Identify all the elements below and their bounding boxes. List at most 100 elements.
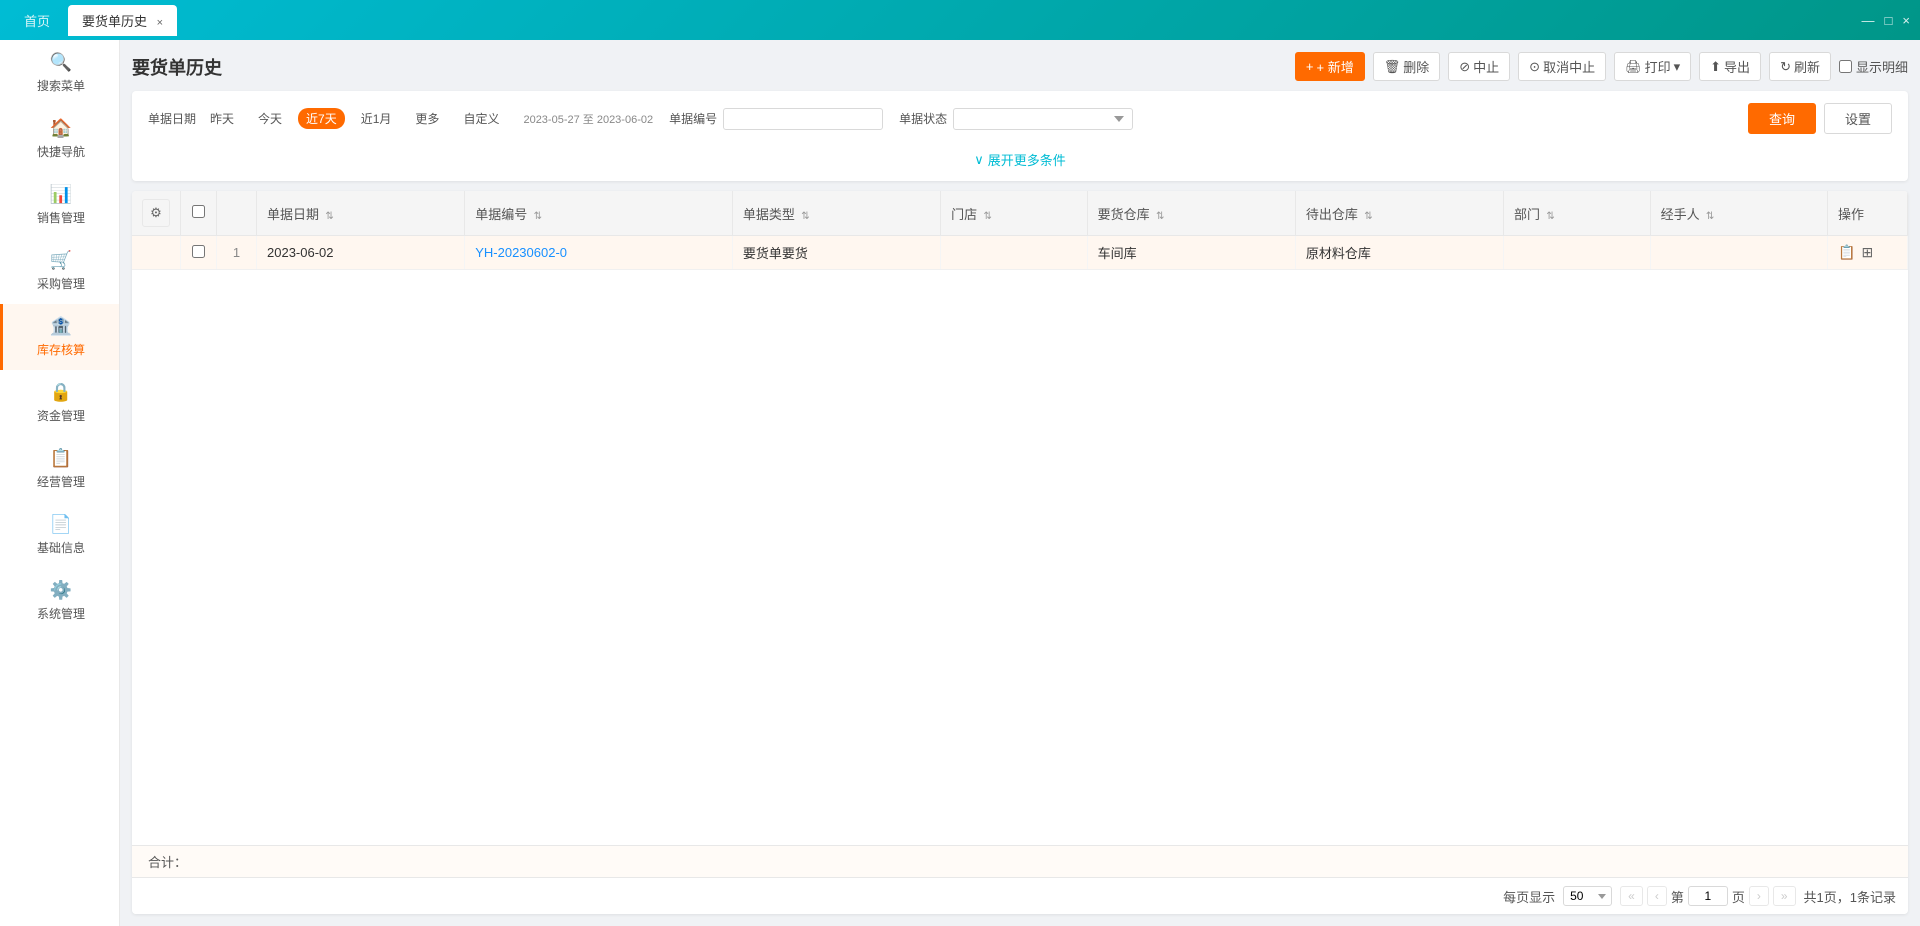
date-btn-7days[interactable]: 近7天	[298, 108, 345, 129]
sidebar-item-operations[interactable]: 📋 经营管理	[0, 436, 119, 502]
row-delete-icon[interactable]: ⊞	[1861, 244, 1873, 261]
print-button[interactable]: 🖨 打印 ▾	[1614, 52, 1691, 81]
show-detail-checkbox[interactable]	[1839, 60, 1852, 73]
col-settings: ⚙	[132, 191, 181, 236]
page-number-input[interactable]	[1688, 886, 1728, 906]
sidebar-item-basic-label: 基础信息	[37, 539, 85, 556]
doc-number-label: 单据编号	[669, 110, 717, 127]
query-button[interactable]: 查询	[1748, 103, 1816, 134]
col-store-label: 门店	[951, 207, 977, 222]
sidebar-item-purchase[interactable]: 🛒 采购管理	[0, 238, 119, 304]
row-department-cell	[1504, 236, 1651, 270]
date-filter-buttons: 昨天 今天 近7天 近1月 更多 自定义	[202, 108, 507, 129]
sidebar-item-system[interactable]: ⚙️ 系统管理	[0, 568, 119, 634]
summary-label: 合计：	[148, 855, 187, 870]
first-page-button[interactable]: «	[1620, 886, 1643, 906]
row-edit-icon[interactable]: 📋	[1838, 244, 1855, 261]
setting-button[interactable]: 设置	[1824, 103, 1892, 134]
new-button[interactable]: + + 新增	[1295, 52, 1365, 81]
date-btn-yesterday[interactable]: 昨天	[202, 108, 242, 129]
date-filter-label: 单据日期	[148, 110, 196, 127]
row-pending-warehouse: 原材料仓库	[1306, 246, 1371, 261]
delete-button[interactable]: 🗑 删除	[1373, 52, 1441, 81]
page-label-after: 页	[1732, 887, 1745, 906]
export-button[interactable]: ⬆ 导出	[1699, 52, 1761, 81]
sort-doc-number-icon[interactable]: ⇅	[534, 211, 542, 222]
table-footer: 合计：	[132, 845, 1908, 877]
per-page-label: 每页显示	[1503, 887, 1555, 906]
window-controls: — □ ×	[1862, 13, 1910, 28]
suspend-label: 中止	[1473, 57, 1499, 76]
date-btn-custom[interactable]: 自定义	[455, 108, 507, 129]
export-icon: ⬆	[1710, 59, 1721, 75]
col-handler: 经手人 ⇅	[1650, 191, 1827, 236]
tab-home[interactable]: 首页	[10, 5, 64, 36]
tab-requisition-history[interactable]: 要货单历史 ×	[68, 5, 177, 36]
sidebar: 🔍 搜索菜单 🏠 快捷导航 📊 销售管理 🛒 采购管理 🏦 库存核算 🔒 资金管…	[0, 40, 120, 926]
refresh-label: 刷新	[1794, 57, 1820, 76]
window-close-icon[interactable]: ×	[1902, 13, 1910, 28]
col-doc-number-label: 单据编号	[475, 207, 527, 222]
col-handler-label: 经手人	[1661, 207, 1700, 222]
expand-label: 展开更多条件	[988, 150, 1066, 169]
sort-req-warehouse-icon[interactable]: ⇅	[1156, 211, 1164, 222]
date-btn-more[interactable]: 更多	[407, 108, 447, 129]
row-req-warehouse-cell: 车间库	[1087, 236, 1295, 270]
suspend-button[interactable]: ⊘ 中止	[1448, 52, 1510, 81]
sidebar-item-quick-nav[interactable]: 🏠 快捷导航	[0, 106, 119, 172]
sidebar-item-sales[interactable]: 📊 销售管理	[0, 172, 119, 238]
sort-pending-warehouse-icon[interactable]: ⇅	[1364, 211, 1372, 222]
tab-close-icon[interactable]: ×	[157, 17, 163, 29]
cancel-suspend-button[interactable]: ⊙ 取消中止	[1518, 52, 1606, 81]
new-label: + 新增	[1316, 57, 1353, 76]
col-checkbox	[181, 191, 217, 236]
tab-requisition-label: 要货单历史	[82, 14, 147, 29]
col-doc-type-label: 单据类型	[743, 207, 795, 222]
show-detail-toggle[interactable]: 显示明细	[1839, 57, 1908, 76]
per-page-select[interactable]: 50 20 100 200	[1563, 886, 1612, 906]
sort-doc-type-icon[interactable]: ⇅	[801, 211, 809, 222]
sort-doc-date-icon[interactable]: ⇅	[325, 211, 333, 222]
row-serial-cell: 1	[217, 236, 257, 270]
sidebar-item-search-label: 搜索菜单	[37, 77, 85, 94]
sidebar-item-basic-info[interactable]: 📄 基础信息	[0, 502, 119, 568]
expand-filter-button[interactable]: ∨ 展开更多条件	[974, 150, 1066, 169]
column-settings-icon[interactable]: ⚙	[142, 199, 170, 227]
doc-number-input[interactable]	[723, 108, 883, 130]
filter-bottom: ∨ 展开更多条件	[148, 142, 1892, 169]
filter-row: 单据日期 昨天 今天 近7天 近1月 更多 自定义 2023-05-27 至 2…	[148, 103, 1892, 134]
delete-icon: 🗑	[1384, 59, 1401, 75]
purchase-icon: 🛒	[50, 250, 72, 271]
sidebar-item-finance[interactable]: 🔒 资金管理	[0, 370, 119, 436]
row-action-icons: 📋 ⊞	[1838, 244, 1897, 261]
next-page-button[interactable]: ›	[1749, 886, 1769, 906]
row-checkbox[interactable]	[192, 245, 205, 258]
sort-store-icon[interactable]: ⇅	[983, 211, 991, 222]
sort-handler-icon[interactable]: ⇅	[1706, 211, 1714, 222]
table-wrap[interactable]: ⚙ 单据日期 ⇅ 单据编号	[132, 191, 1908, 845]
row-serial: 1	[233, 245, 240, 260]
last-page-button[interactable]: »	[1773, 886, 1796, 906]
row-doc-number-link[interactable]: YH-20230602-0	[475, 245, 567, 260]
table-row: 1 2023-06-02 YH-20230602-0 要货单要货	[132, 236, 1908, 270]
col-doc-type: 单据类型 ⇅	[732, 191, 940, 236]
col-req-warehouse-label: 要货仓库	[1098, 207, 1150, 222]
status-select[interactable]	[953, 108, 1133, 130]
sales-icon: 📊	[50, 184, 72, 205]
maximize-icon[interactable]: □	[1885, 13, 1893, 28]
toolbar: + + 新增 🗑 删除 ⊘ 中止 ⊙ 取消中止 🖨 打印	[1295, 52, 1908, 81]
sidebar-item-search-menu[interactable]: 🔍 搜索菜单	[0, 40, 119, 106]
date-btn-today[interactable]: 今天	[250, 108, 290, 129]
col-doc-date: 单据日期 ⇅	[257, 191, 465, 236]
status-label: 单据状态	[899, 110, 947, 127]
date-btn-1month[interactable]: 近1月	[353, 108, 400, 129]
status-filter: 单据状态	[899, 108, 1133, 130]
select-all-checkbox[interactable]	[192, 205, 205, 218]
prev-page-button[interactable]: ‹	[1647, 886, 1667, 906]
sort-department-icon[interactable]: ⇅	[1546, 211, 1554, 222]
sidebar-item-inventory[interactable]: 🏦 库存核算	[0, 304, 119, 370]
filter-panel: 单据日期 昨天 今天 近7天 近1月 更多 自定义 2023-05-27 至 2…	[132, 91, 1908, 181]
finance-icon: 🔒	[50, 382, 72, 403]
refresh-button[interactable]: ↻ 刷新	[1769, 52, 1831, 81]
minimize-icon[interactable]: —	[1862, 13, 1875, 28]
